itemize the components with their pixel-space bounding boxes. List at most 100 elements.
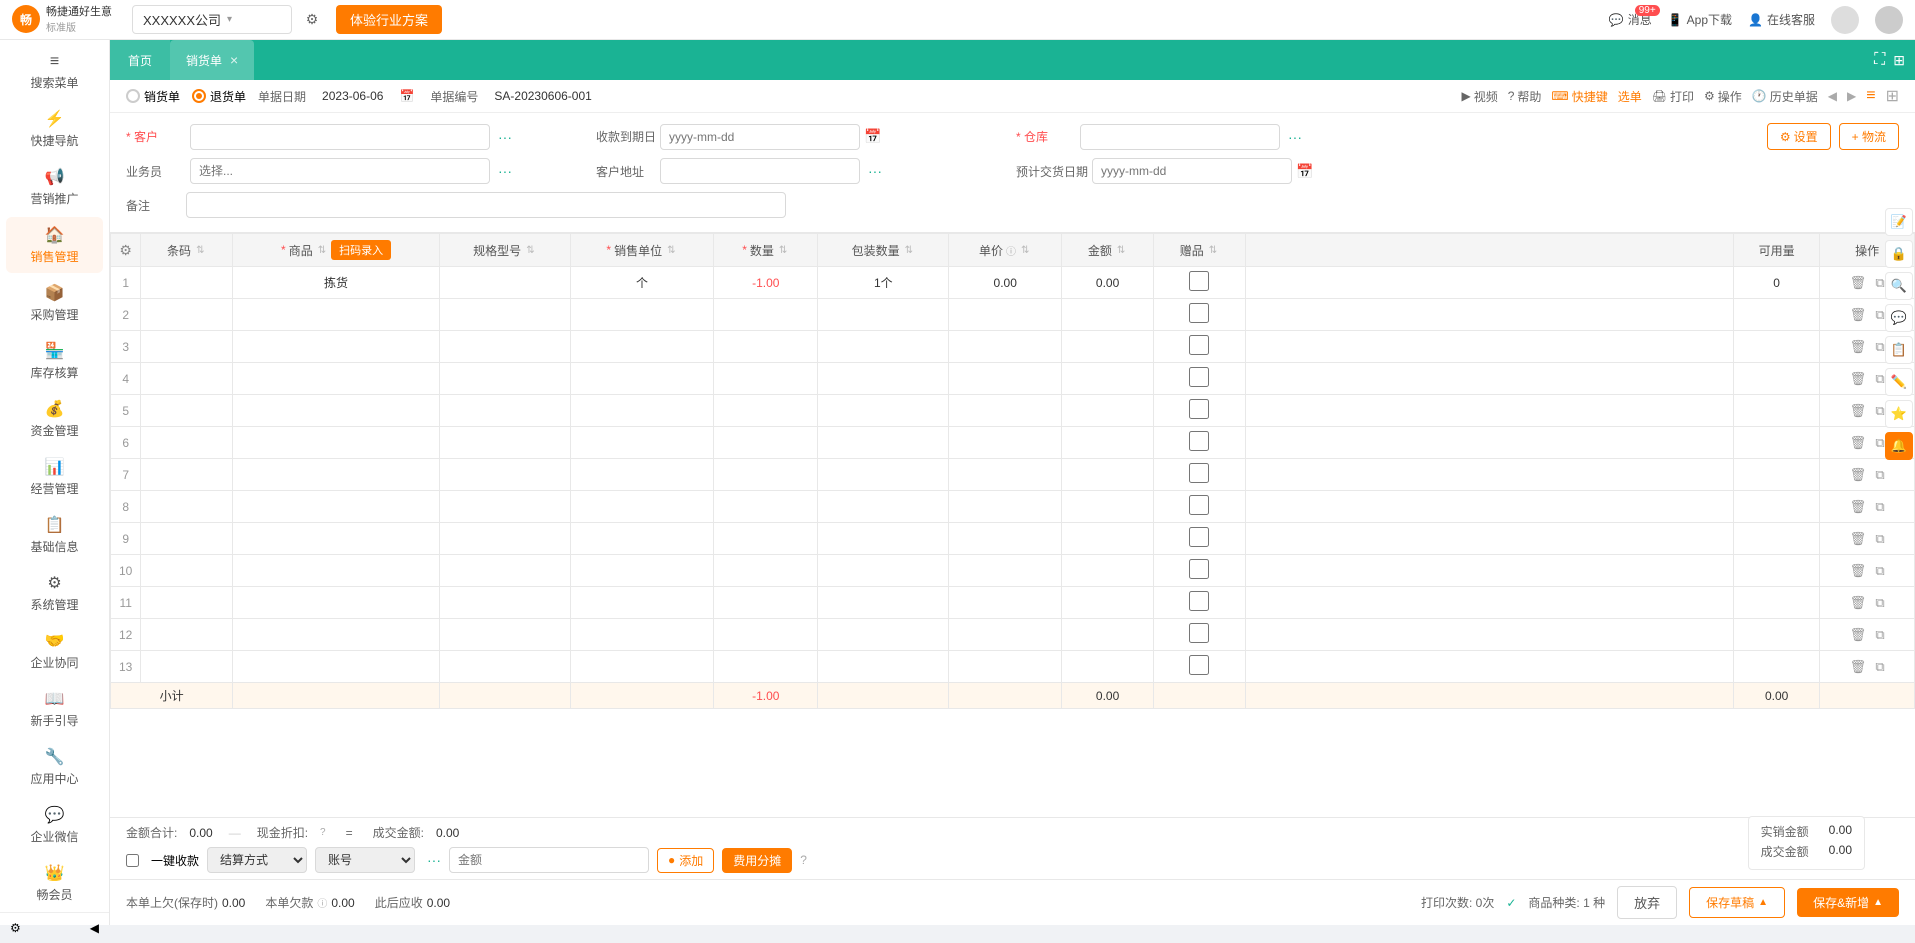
- copy-icon[interactable]: ⧉: [1875, 499, 1884, 514]
- settings-button[interactable]: ⚙ 设置: [1767, 123, 1831, 150]
- online-service-button[interactable]: 👤 在线客服: [1748, 11, 1815, 28]
- delete-icon[interactable]: 🗑: [1850, 467, 1867, 482]
- sidebar-item-app-center[interactable]: 🔧 应用中心: [6, 739, 103, 795]
- gift-checkbox[interactable]: [1189, 623, 1209, 643]
- copy-icon[interactable]: ⧉: [1875, 659, 1884, 674]
- side-btn-7[interactable]: ⭐: [1885, 400, 1913, 428]
- logistics-button[interactable]: + 物流: [1839, 123, 1899, 150]
- delete-icon[interactable]: 🗑: [1850, 339, 1867, 354]
- delete-icon[interactable]: 🗑: [1850, 563, 1867, 578]
- delete-icon[interactable]: 🗑: [1850, 531, 1867, 546]
- side-btn-5[interactable]: 📋: [1885, 336, 1913, 364]
- save-new-button[interactable]: 保存&新增 ▲: [1797, 888, 1899, 917]
- warehouse-dots[interactable]: ···: [1288, 129, 1302, 145]
- radio-return[interactable]: 退货单: [192, 88, 246, 105]
- copy-icon[interactable]: ⧉: [1875, 467, 1884, 482]
- side-btn-3[interactable]: 🔍: [1885, 272, 1913, 300]
- gift-checkbox[interactable]: [1189, 495, 1209, 515]
- list-view-icon[interactable]: ≡: [1866, 87, 1875, 105]
- payment-due-input[interactable]: [660, 124, 860, 150]
- payment-amount-input[interactable]: [449, 847, 649, 873]
- delete-icon[interactable]: 🗑: [1850, 307, 1867, 322]
- gift-checkbox[interactable]: [1189, 431, 1209, 451]
- nav-next-icon[interactable]: ▶: [1847, 89, 1856, 103]
- gift-checkbox[interactable]: [1189, 367, 1209, 387]
- help-link[interactable]: ? 帮助: [1508, 88, 1542, 105]
- delete-icon[interactable]: 🗑: [1850, 403, 1867, 418]
- copy-icon[interactable]: ⧉: [1875, 627, 1884, 642]
- gift-checkbox[interactable]: [1189, 335, 1209, 355]
- copy-icon[interactable]: ⧉: [1875, 531, 1884, 546]
- sidebar-item-operations[interactable]: 📊 经营管理: [6, 449, 103, 505]
- sidebar-item-basic-info[interactable]: 📋 基础信息: [6, 507, 103, 563]
- save-draft-button[interactable]: 保存草稿 ▲: [1689, 887, 1785, 918]
- customer-address-dots[interactable]: ···: [868, 163, 882, 179]
- salesperson-dots[interactable]: ···: [498, 163, 512, 179]
- payment-method-select[interactable]: 结算方式: [207, 847, 307, 873]
- shortcut-link[interactable]: ⌨ 快捷键: [1551, 88, 1607, 105]
- company-selector[interactable]: XXXXXX公司 ▾: [132, 5, 292, 34]
- delete-icon[interactable]: 🗑: [1850, 275, 1867, 290]
- sidebar-gear-icon[interactable]: ⚙: [10, 921, 21, 935]
- avatar[interactable]: [1831, 6, 1859, 34]
- radio-sale[interactable]: 销货单: [126, 88, 180, 105]
- app-download-button[interactable]: 📱 App下载: [1668, 11, 1732, 28]
- delete-icon[interactable]: 🗑: [1850, 499, 1867, 514]
- calendar-icon-3[interactable]: 📅: [1296, 163, 1313, 180]
- customer-address-input[interactable]: [660, 158, 860, 184]
- warehouse-input[interactable]: 建材仓: [1080, 124, 1280, 150]
- discount-info-icon[interactable]: ?: [320, 827, 326, 838]
- account-select[interactable]: 账号: [315, 847, 415, 873]
- sidebar-item-quick-nav[interactable]: ⚡ 快捷导航: [6, 101, 103, 157]
- expand-icon[interactable]: ⛶: [1874, 51, 1885, 69]
- customer-input[interactable]: [190, 124, 490, 150]
- tab-sale-order[interactable]: 销货单 ×: [170, 40, 254, 80]
- gift-checkbox[interactable]: [1189, 559, 1209, 579]
- sidebar-item-guide[interactable]: 📖 新手引导: [6, 681, 103, 737]
- sidebar-item-marketing[interactable]: 📢 营销推广: [6, 159, 103, 215]
- account-dots[interactable]: ···: [427, 852, 441, 868]
- select-link[interactable]: 选单: [1618, 88, 1642, 105]
- tab-home[interactable]: 首页: [110, 40, 170, 80]
- sidebar-item-vip[interactable]: 👑 畅会员: [6, 855, 103, 911]
- delete-icon[interactable]: 🗑: [1850, 627, 1867, 642]
- print-link[interactable]: 🖨 打印: [1652, 88, 1694, 105]
- fee-help-icon[interactable]: ?: [800, 853, 807, 867]
- sidebar-item-inventory[interactable]: 🏪 库存核算: [6, 333, 103, 389]
- gift-checkbox[interactable]: [1189, 591, 1209, 611]
- settings-icon[interactable]: ⚙: [298, 6, 326, 34]
- grid-view-icon[interactable]: ⊞: [1886, 86, 1899, 106]
- sidebar-collapse-icon[interactable]: ◀: [90, 921, 99, 935]
- add-button[interactable]: ● 添加: [657, 848, 714, 873]
- th-gear[interactable]: ⚙: [111, 234, 141, 267]
- gift-checkbox[interactable]: [1189, 655, 1209, 675]
- side-btn-2[interactable]: 🔒: [1885, 240, 1913, 268]
- gift-checkbox[interactable]: [1189, 463, 1209, 483]
- video-link[interactable]: ▶ 视频: [1461, 88, 1497, 105]
- side-btn-1[interactable]: 📝: [1885, 208, 1913, 236]
- gift-checkbox[interactable]: [1189, 271, 1209, 291]
- delete-icon[interactable]: 🗑: [1850, 659, 1867, 674]
- copy-icon[interactable]: ⧉: [1875, 563, 1884, 578]
- message-button[interactable]: 💬 消息 99+: [1609, 11, 1652, 28]
- calendar-icon[interactable]: 📅: [399, 89, 414, 103]
- fee-split-button[interactable]: 费用分摊: [722, 848, 792, 873]
- delivery-date-input[interactable]: [1092, 158, 1292, 184]
- delete-icon[interactable]: 🗑: [1850, 595, 1867, 610]
- nav-prev-icon[interactable]: ◀: [1828, 89, 1837, 103]
- sidebar-item-system[interactable]: ⚙ 系统管理: [6, 565, 103, 621]
- sidebar-item-enterprise[interactable]: 🤝 企业协同: [6, 623, 103, 679]
- trial-button[interactable]: 体验行业方案: [336, 5, 442, 34]
- delete-icon[interactable]: 🗑: [1850, 435, 1867, 450]
- scan-button[interactable]: 扫码录入: [331, 240, 391, 260]
- abandon-button[interactable]: 放弃: [1617, 886, 1677, 919]
- gift-checkbox[interactable]: [1189, 399, 1209, 419]
- sidebar-item-sales[interactable]: 🏠 销售管理: [6, 217, 103, 273]
- salesperson-input[interactable]: [190, 158, 490, 184]
- history-link[interactable]: 🕐 历史单据: [1752, 88, 1818, 105]
- table-container[interactable]: ⚙ 条码 ⇅ * 商品 ⇅: [110, 233, 1915, 817]
- side-btn-8[interactable]: 🔔: [1885, 432, 1913, 460]
- customer-dots[interactable]: ···: [498, 129, 512, 145]
- side-btn-6[interactable]: ✏️: [1885, 368, 1913, 396]
- gift-checkbox[interactable]: [1189, 303, 1209, 323]
